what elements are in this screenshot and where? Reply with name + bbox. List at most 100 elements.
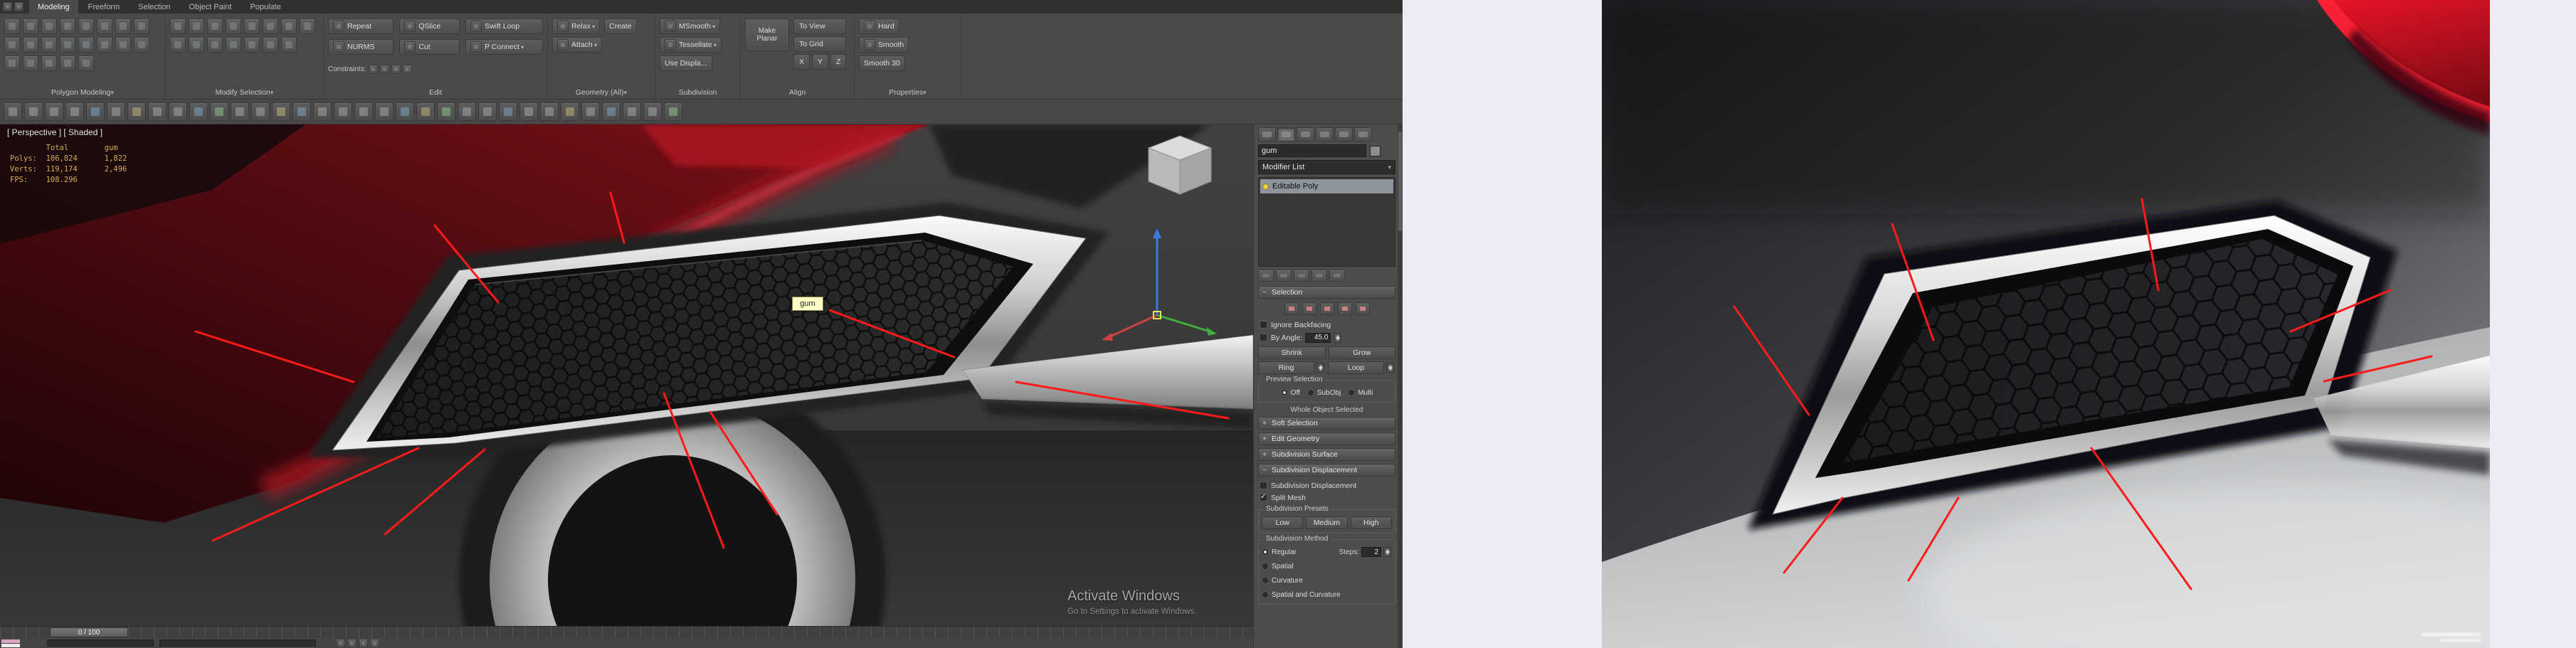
perspective-viewport[interactable]: [ Perspective ] [ Shaded ] Total gum Poly… (0, 124, 1253, 626)
toolbar-icon[interactable] (86, 102, 105, 121)
ribbon-tab-populate[interactable]: Populate (241, 0, 289, 14)
constraint-icon[interactable] (391, 64, 401, 74)
spinner-icon[interactable] (1334, 332, 1342, 343)
spinner-icon[interactable] (1383, 547, 1391, 557)
use-displacement-button[interactable]: Use Displa... (660, 55, 712, 71)
toolbar-icon[interactable] (251, 102, 270, 121)
smooth-30-button[interactable]: Smooth 30 (859, 55, 905, 71)
create-button[interactable]: Create (604, 18, 637, 34)
split-mesh-checkbox[interactable]: Split Mesh (1260, 492, 1395, 504)
by-angle-checkbox[interactable]: By Angle: (1260, 331, 1302, 344)
polygon-modeling-icon[interactable] (60, 55, 75, 71)
grow-button[interactable]: Grow (1328, 346, 1395, 359)
modify-selection-icon[interactable] (189, 18, 204, 34)
preview-subobj-radio[interactable]: SubObj (1307, 387, 1341, 398)
modify-selection-icon[interactable] (189, 37, 204, 53)
align-y-button[interactable]: Y (812, 54, 829, 70)
polygon-modeling-icon[interactable] (115, 18, 131, 34)
view-cube[interactable] (1147, 135, 1213, 195)
method-spatial-radio[interactable]: Spatial (1262, 561, 1392, 572)
toolbar-icon[interactable] (354, 102, 373, 121)
hard-button[interactable]: Hard (859, 18, 899, 34)
viewport-label[interactable]: [ Perspective ] [ Shaded ] (7, 127, 102, 137)
toolbar-icon[interactable] (581, 102, 600, 121)
make-unique-icon[interactable] (1294, 270, 1309, 282)
rollout-subdivision-displacement[interactable]: − Subdivision Displacement (1258, 464, 1395, 477)
polygon-modeling-icon[interactable] (115, 37, 131, 53)
subdivision-displacement-checkbox[interactable]: Subdivision Displacement (1260, 479, 1395, 492)
toolbar-icon[interactable] (519, 102, 538, 121)
toolbar-icon[interactable] (210, 102, 228, 121)
vertex-icon[interactable] (1284, 302, 1299, 315)
stack-item-editable-poly[interactable]: Editable Poly (1260, 179, 1393, 193)
edge-icon[interactable] (1302, 302, 1316, 315)
modify-selection-icon[interactable] (170, 18, 186, 34)
modify-selection-icon[interactable] (263, 37, 278, 53)
ring-button[interactable]: Ring (1258, 361, 1314, 374)
toolbar-icon[interactable] (561, 102, 579, 121)
repeat-button[interactable]: Repeat (328, 18, 394, 34)
status-bar-icon[interactable] (359, 638, 368, 648)
toolbar-icon[interactable] (643, 102, 662, 121)
toolbar-icon[interactable] (458, 102, 476, 121)
p-connect-button[interactable]: P Connect (465, 39, 543, 55)
polygon-modeling-icon[interactable] (23, 37, 38, 53)
element-icon[interactable] (1355, 302, 1370, 315)
pin-stack-icon[interactable] (1258, 270, 1274, 282)
constraint-icon[interactable] (403, 64, 413, 74)
modify-selection-icon[interactable] (244, 18, 260, 34)
hierarchy-tab-icon[interactable] (1297, 127, 1314, 142)
polygon-modeling-icon[interactable] (4, 55, 20, 71)
toolbar-icon[interactable] (499, 102, 517, 121)
polygon-modeling-icon[interactable] (4, 18, 20, 34)
relax-button[interactable]: Relax (552, 18, 601, 34)
display-tab-icon[interactable] (1335, 127, 1353, 142)
polygon-modeling-icon[interactable] (78, 37, 94, 53)
polygon-modeling-icon[interactable] (78, 18, 94, 34)
section-label-polygon-modeling[interactable]: Polygon Modeling (4, 85, 161, 100)
align-z-button[interactable]: Z (830, 54, 847, 70)
modify-selection-icon[interactable] (244, 37, 260, 53)
toolbar-icon[interactable] (231, 102, 249, 121)
object-name-field[interactable] (1258, 144, 1366, 157)
configure-modifier-sets-icon[interactable] (1329, 270, 1345, 282)
toolbar-icon[interactable] (107, 102, 125, 121)
method-spatial-curvature-radio[interactable]: Spatial and Curvature (1262, 589, 1392, 600)
quick-access-icon[interactable] (14, 2, 23, 11)
preview-multi-radio[interactable]: Multi (1348, 387, 1373, 398)
polygon-modeling-icon[interactable] (41, 55, 57, 71)
align-x-button[interactable]: X (793, 54, 811, 70)
toolbar-icon[interactable] (24, 102, 43, 121)
nurms-button[interactable]: NURMS (328, 39, 394, 55)
by-angle-value[interactable]: 45.0 (1305, 332, 1331, 343)
toolbar-icon[interactable] (148, 102, 167, 121)
make-planar-button[interactable]: Make Planar (745, 18, 789, 51)
modify-selection-icon[interactable] (281, 18, 297, 34)
ribbon-tab-freeform[interactable]: Freeform (80, 0, 129, 14)
toolbar-icon[interactable] (396, 102, 414, 121)
ribbon-tab-modeling[interactable]: Modeling (29, 0, 78, 14)
polygon-modeling-icon[interactable] (60, 18, 75, 34)
steps-value[interactable]: 2 (1361, 547, 1381, 557)
toolbar-icon[interactable] (664, 102, 682, 121)
toolbar-icon[interactable] (478, 102, 497, 121)
polygon-modeling-icon[interactable] (41, 18, 57, 34)
polygon-modeling-icon[interactable] (4, 37, 20, 53)
modify-selection-icon[interactable] (207, 18, 223, 34)
constraint-icon[interactable] (380, 64, 390, 74)
time-slider-handle[interactable]: 0 / 100 (50, 627, 128, 637)
section-label-geometry[interactable]: Geometry (All) (552, 85, 650, 100)
section-label-properties[interactable]: Properties (859, 85, 956, 100)
toolbar-icon[interactable] (416, 102, 435, 121)
toolbar-icon[interactable] (65, 102, 84, 121)
section-label-edit[interactable]: Edit (328, 85, 543, 100)
polygon-modeling-icon[interactable] (78, 55, 94, 71)
utilities-tab-icon[interactable] (1354, 127, 1372, 142)
quick-access-icon[interactable] (3, 2, 12, 11)
modify-selection-icon[interactable] (207, 37, 223, 53)
polygon-modeling-icon[interactable] (134, 37, 149, 53)
shrink-button[interactable]: Shrink (1258, 346, 1326, 359)
rollout-subdivision-surface[interactable]: + Subdivision Surface (1258, 448, 1395, 461)
rollout-selection[interactable]: − Selection (1258, 286, 1395, 299)
modify-selection-icon[interactable] (300, 18, 315, 34)
